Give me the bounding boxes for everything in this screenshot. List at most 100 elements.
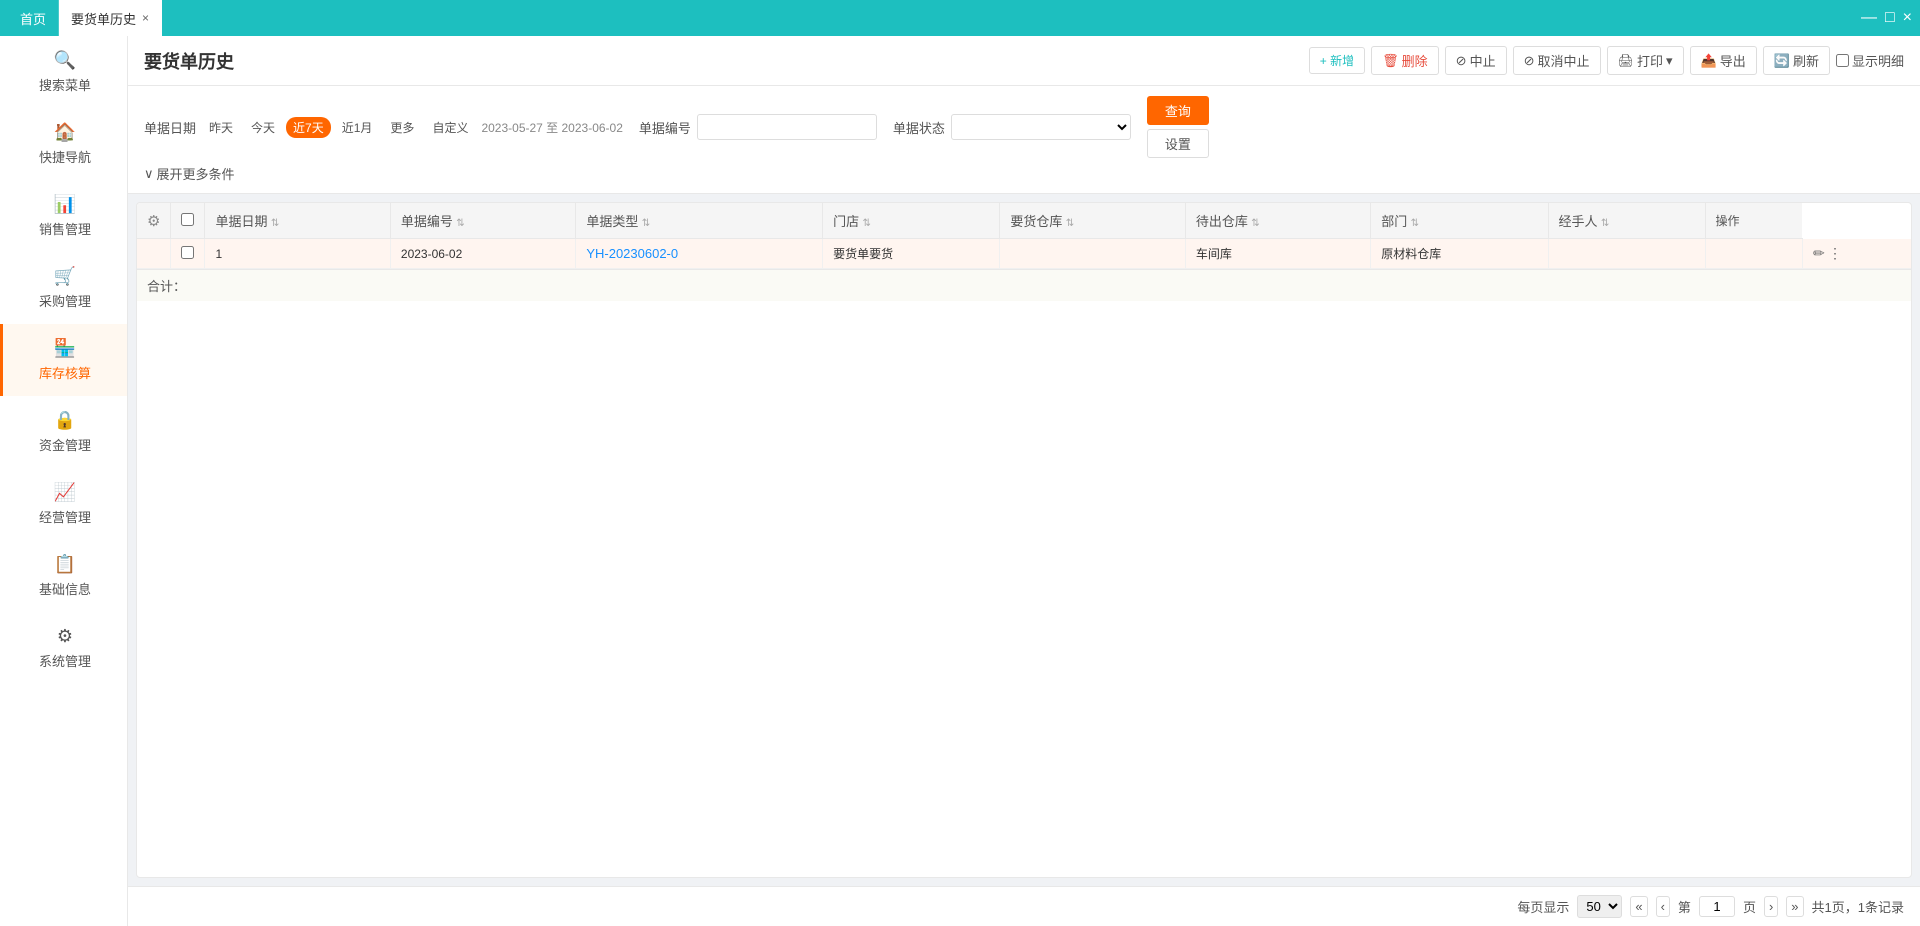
sidebar-item-sales-mgmt-label: 销售管理 [39, 219, 91, 238]
expand-conditions-btn[interactable]: ∨ 展开更多条件 [144, 164, 1904, 183]
print-label: 打印 [1637, 51, 1663, 70]
sort-type-icon[interactable]: ⇅ [642, 218, 650, 229]
row-pending-warehouse-cell: 原材料仓库 [1371, 239, 1548, 269]
table-footer: 合计： [137, 269, 1911, 301]
total-info: 共1页，1条记录 [1812, 897, 1904, 916]
sort-dept-icon[interactable]: ⇅ [1411, 218, 1419, 229]
th-department: 部门 ⇅ [1371, 203, 1548, 239]
th-type: 单据类型 ⇅ [576, 203, 823, 239]
row-department-cell [1548, 239, 1705, 269]
sidebar-item-inventory[interactable]: 🏪 库存核算 [0, 324, 127, 396]
quick-nav-icon: 🏠 [54, 122, 76, 143]
last-page-btn[interactable]: » [1786, 896, 1803, 917]
th-settings[interactable]: ⚙ [137, 203, 171, 239]
filter-btn-group: 查询 设置 [1147, 96, 1209, 158]
th-number-label: 单据编号 [401, 214, 453, 229]
delete-icon: 🗑 [1382, 53, 1399, 69]
first-page-btn[interactable]: « [1630, 896, 1647, 917]
window-close-btn[interactable]: × [1903, 9, 1912, 27]
query-btn[interactable]: 查询 [1147, 96, 1209, 125]
th-store: 门店 ⇅ [823, 203, 1000, 239]
cancel-stop-icon: ⊘ [1524, 53, 1535, 69]
sort-handler-icon[interactable]: ⇅ [1601, 218, 1609, 229]
date-btn-today[interactable]: 今天 [244, 117, 282, 138]
th-operation: 操作 [1705, 203, 1802, 239]
tab-close-icon[interactable]: × [142, 11, 149, 25]
finance-mgmt-icon: 🔒 [54, 410, 76, 431]
window-max-btn[interactable]: □ [1885, 9, 1895, 27]
per-page-label: 每页显示 [1517, 897, 1569, 916]
refresh-btn[interactable]: 🔄 刷新 [1763, 46, 1830, 75]
prev-page-btn[interactable]: ‹ [1656, 896, 1670, 917]
show-detail-checkbox[interactable] [1836, 54, 1849, 67]
doc-number-label: 单据编号 [639, 118, 691, 137]
date-btn-7days[interactable]: 近7天 [286, 117, 331, 138]
sort-pending-wh-icon[interactable]: ⇅ [1251, 218, 1259, 229]
inventory-icon: 🏪 [54, 338, 76, 359]
content-area: 要货单历史 + 新增 🗑 删除 ⊘ 中止 ⊘ 取消中止 🖨 打印 [128, 36, 1920, 926]
row-date-cell: 2023-06-02 [390, 239, 575, 269]
tab-home-label: 首页 [20, 9, 46, 28]
export-btn[interactable]: 📤 导出 [1690, 46, 1757, 75]
print-chevron-icon: ▾ [1666, 53, 1673, 69]
sidebar-item-purchase-mgmt[interactable]: 🛒 采购管理 [0, 252, 127, 324]
date-btn-yesterday[interactable]: 昨天 [202, 117, 240, 138]
sort-store-icon[interactable]: ⇅ [863, 218, 871, 229]
date-range-display: 2023-05-27 至 2023-06-02 [481, 119, 622, 136]
sidebar-item-ops-mgmt[interactable]: 📈 经营管理 [0, 468, 127, 540]
show-detail-check[interactable]: 显示明细 [1836, 51, 1904, 70]
th-checkbox [171, 203, 205, 239]
date-filter-label: 单据日期 [144, 118, 196, 137]
row-more-icon[interactable]: ⋮ [1828, 245, 1842, 261]
tab-home[interactable]: 首页 [8, 0, 59, 36]
delete-btn[interactable]: 🗑 删除 [1371, 46, 1439, 75]
row-checkbox[interactable] [181, 246, 194, 259]
next-page-btn[interactable]: › [1764, 896, 1778, 917]
row-number-cell: YH-20230602-0 [576, 239, 823, 269]
doc-number-input[interactable] [697, 114, 877, 140]
show-detail-label: 显示明细 [1852, 51, 1904, 70]
table-area: ⚙ 单据日期 ⇅ 单据编号 ⇅ [136, 202, 1912, 878]
sidebar-item-basic-info[interactable]: 📋 基础信息 [0, 540, 127, 612]
sort-req-wh-icon[interactable]: ⇅ [1066, 218, 1074, 229]
delete-label: 删除 [1402, 51, 1428, 70]
page-suffix: 页 [1743, 897, 1756, 916]
status-filter-group: 单据状态 [893, 114, 1131, 140]
date-btn-more[interactable]: 更多 [383, 117, 421, 138]
status-select[interactable] [951, 114, 1131, 140]
settings-icon[interactable]: ⚙ [147, 213, 160, 230]
date-btn-1month[interactable]: 近1月 [335, 117, 380, 138]
sidebar-item-quick-nav[interactable]: 🏠 快捷导航 [0, 108, 127, 180]
table-row: 1 2023-06-02 YH-20230602-0 要货单要货 车间库 原材料… [137, 239, 1911, 269]
status-label: 单据状态 [893, 118, 945, 137]
stop-btn[interactable]: ⊘ 中止 [1445, 46, 1507, 75]
page-number-input[interactable] [1699, 896, 1735, 917]
th-type-label: 单据类型 [586, 214, 638, 229]
cancel-stop-btn[interactable]: ⊘ 取消中止 [1513, 46, 1601, 75]
sort-number-icon[interactable]: ⇅ [456, 218, 464, 229]
new-btn[interactable]: + 新增 [1309, 47, 1365, 74]
setting-btn[interactable]: 设置 [1147, 129, 1209, 158]
stop-label: 中止 [1470, 51, 1496, 70]
window-min-btn[interactable]: — [1861, 9, 1877, 27]
print-icon: 🖨 [1618, 53, 1635, 69]
export-icon: 📤 [1701, 53, 1717, 69]
search-menu-icon: 🔍 [54, 50, 76, 71]
tab-active[interactable]: 要货单历史 × [59, 0, 162, 36]
sidebar-item-sys-mgmt[interactable]: ⚙ 系统管理 [0, 612, 127, 684]
sidebar-item-sales-mgmt[interactable]: 📊 销售管理 [0, 180, 127, 252]
row-number-link[interactable]: YH-20230602-0 [586, 246, 678, 261]
th-req-warehouse-label: 要货仓库 [1010, 214, 1062, 229]
row-edit-icon[interactable]: ✏ [1813, 245, 1825, 261]
date-btn-custom[interactable]: 自定义 [425, 117, 475, 138]
print-btn[interactable]: 🖨 打印 ▾ [1607, 46, 1684, 75]
sidebar-item-finance-mgmt[interactable]: 🔒 资金管理 [0, 396, 127, 468]
sidebar-item-finance-mgmt-label: 资金管理 [39, 435, 91, 454]
row-store-cell [1000, 239, 1185, 269]
doc-number-filter-group: 单据编号 [639, 114, 877, 140]
per-page-select[interactable]: 50 [1577, 895, 1622, 918]
select-all-checkbox[interactable] [181, 213, 194, 226]
total-label: 合计： [147, 279, 186, 294]
sort-date-icon[interactable]: ⇅ [271, 218, 279, 229]
sidebar-item-search-menu[interactable]: 🔍 搜索菜单 [0, 36, 127, 108]
